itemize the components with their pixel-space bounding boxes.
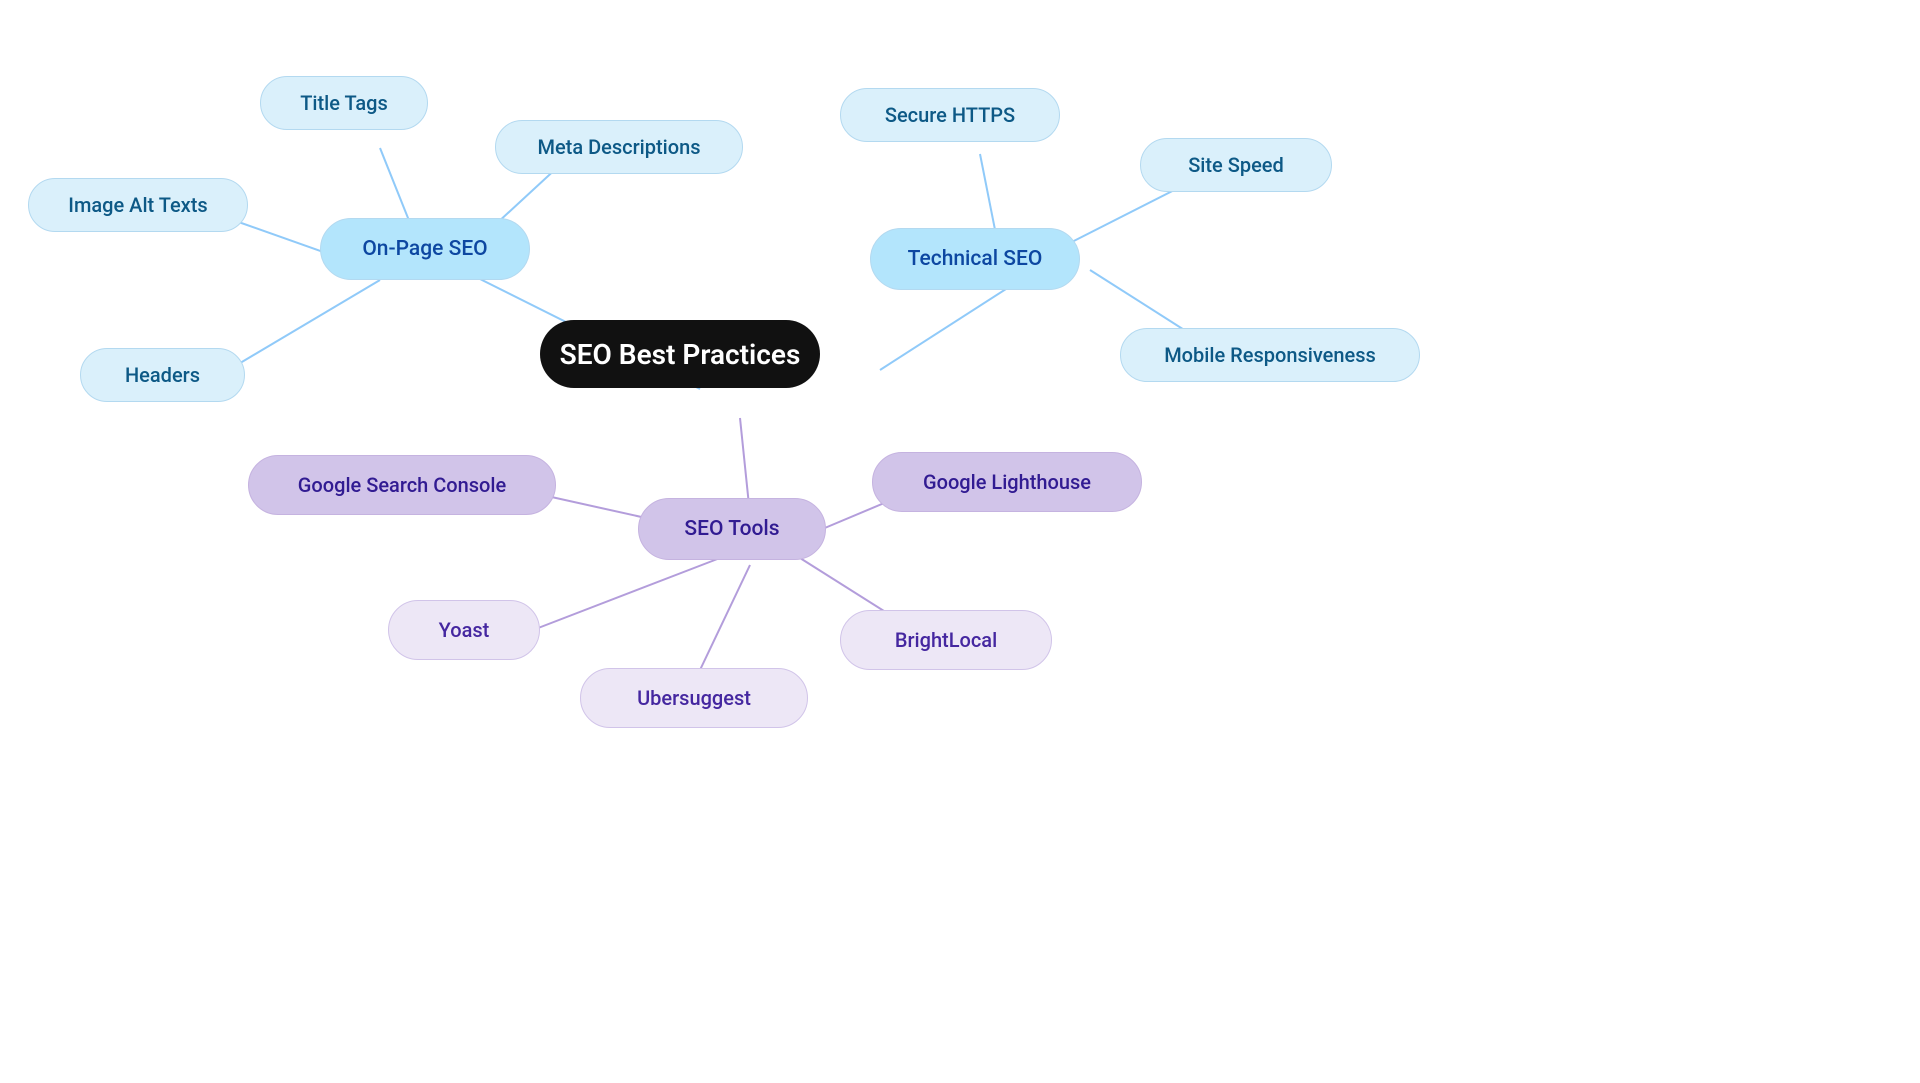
ubersuggest-label: Ubersuggest (637, 686, 751, 710)
google-lighthouse-label: Google Lighthouse (923, 470, 1091, 494)
headers-node: Headers (80, 348, 245, 402)
seo-tools-label: SEO Tools (684, 517, 779, 541)
ubersuggest-node: Ubersuggest (580, 668, 808, 728)
brightlocal-label: BrightLocal (895, 628, 997, 652)
google-lighthouse-node: Google Lighthouse (872, 452, 1142, 512)
brightlocal-node: BrightLocal (840, 610, 1052, 670)
seo-tools-node: SEO Tools (638, 498, 826, 560)
title-tags-label: Title Tags (300, 91, 388, 115)
image-alt-texts-label: Image Alt Texts (68, 193, 207, 217)
yoast-label: Yoast (439, 618, 490, 642)
google-search-console-node: Google Search Console (248, 455, 556, 515)
site-speed-label: Site Speed (1188, 153, 1284, 177)
secure-https-label: Secure HTTPS (885, 103, 1015, 127)
title-tags-node: Title Tags (260, 76, 428, 130)
google-search-console-label: Google Search Console (298, 473, 506, 497)
on-page-seo-label: On-Page SEO (362, 237, 487, 261)
technical-seo-node: Technical SEO (870, 228, 1080, 290)
secure-https-node: Secure HTTPS (840, 88, 1060, 142)
image-alt-texts-node: Image Alt Texts (28, 178, 248, 232)
headers-label: Headers (125, 363, 200, 387)
yoast-node: Yoast (388, 600, 540, 660)
technical-seo-label: Technical SEO (908, 247, 1043, 271)
on-page-seo-node: On-Page SEO (320, 218, 530, 280)
meta-descriptions-label: Meta Descriptions (537, 135, 700, 159)
center-node-label: SEO Best Practices (560, 338, 801, 371)
center-node: SEO Best Practices (540, 320, 820, 388)
meta-descriptions-node: Meta Descriptions (495, 120, 743, 174)
mobile-responsiveness-node: Mobile Responsiveness (1120, 328, 1420, 382)
mobile-responsiveness-label: Mobile Responsiveness (1164, 343, 1376, 367)
site-speed-node: Site Speed (1140, 138, 1332, 192)
